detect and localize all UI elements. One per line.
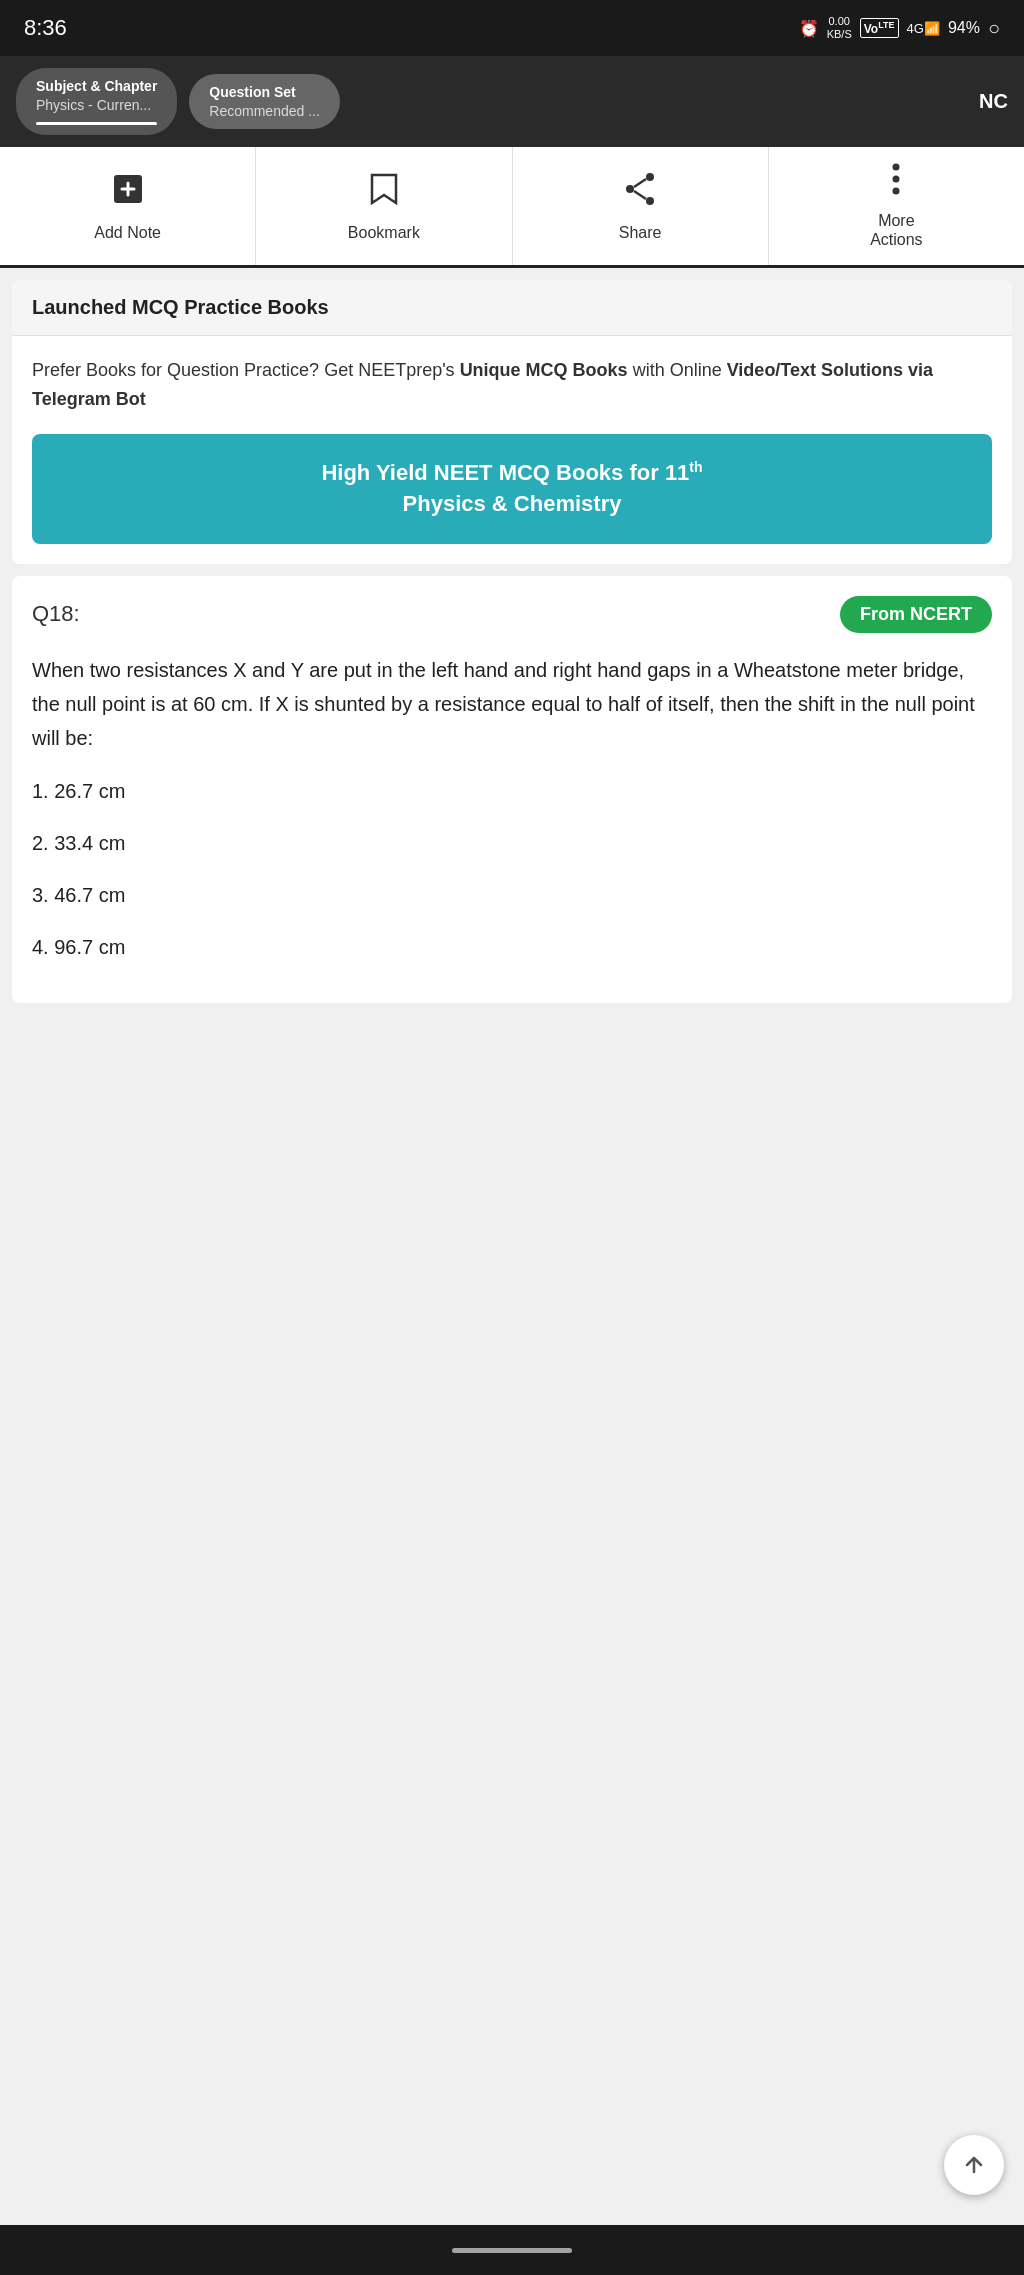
content-area: Launched MCQ Practice Books Prefer Books… [0, 268, 1024, 1015]
add-note-icon [110, 171, 146, 215]
svg-point-3 [646, 173, 654, 181]
promo-button[interactable]: High Yield NEET MCQ Books for 11thPhysic… [32, 434, 992, 544]
battery-level: 94% [948, 19, 980, 37]
subject-chapter-pill[interactable]: Subject & Chapter Physics - Curren... [16, 68, 177, 135]
svg-point-10 [893, 188, 900, 195]
subject-chapter-label: Subject & Chapter [36, 78, 157, 94]
bookmark-button[interactable]: Bookmark [256, 147, 512, 265]
add-note-label: Add Note [94, 223, 161, 242]
svg-point-9 [893, 176, 900, 183]
svg-point-4 [626, 185, 634, 193]
status-time: 8:36 [24, 15, 67, 41]
share-label: Share [619, 223, 662, 242]
home-indicator [452, 2248, 572, 2253]
svg-line-6 [634, 179, 646, 187]
question-set-value: Recommended ... [209, 103, 320, 119]
add-note-button[interactable]: Add Note [0, 147, 256, 265]
share-button[interactable]: Share [513, 147, 769, 265]
svg-point-5 [646, 197, 654, 205]
status-bar: 8:36 ⏰ 0.00KB/S VoLTE 4G📶 94% ○ [0, 0, 1024, 56]
option-2: 2. 33.4 cm [32, 827, 992, 859]
pill-underline [36, 122, 157, 125]
bookmark-label: Bookmark [348, 223, 420, 242]
volte-icon: VoLTE [860, 18, 899, 38]
more-actions-button[interactable]: MoreActions [769, 147, 1024, 265]
promo-header: Launched MCQ Practice Books [12, 280, 1012, 336]
promo-description: Prefer Books for Question Practice? Get … [32, 356, 992, 414]
ncert-badge: From NCERT [840, 596, 992, 633]
option-4: 4. 96.7 cm [32, 931, 992, 963]
more-actions-label: MoreActions [870, 211, 922, 249]
action-bar: Add Note Bookmark Share [0, 147, 1024, 268]
subject-chapter-value: Physics - Curren... [36, 97, 157, 113]
kb-speed: 0.00KB/S [827, 15, 852, 41]
alarm-icon: ⏰ [799, 19, 819, 38]
question-text: When two resistances X and Y are put in … [32, 653, 992, 755]
scroll-top-button[interactable] [944, 2135, 1004, 2195]
promo-header-text: Launched MCQ Practice Books [32, 296, 329, 318]
promo-card: Launched MCQ Practice Books Prefer Books… [12, 280, 1012, 564]
share-icon [622, 171, 658, 215]
question-set-label: Question Set [209, 84, 320, 100]
status-icons: ⏰ 0.00KB/S VoLTE 4G📶 94% ○ [799, 15, 1000, 41]
bottom-nav [0, 2225, 1024, 2275]
question-header: Q18: From NCERT [32, 596, 992, 633]
question-card: Q18: From NCERT When two resistances X a… [12, 576, 1012, 1003]
battery-icon: ○ [988, 17, 1000, 40]
promo-body: Prefer Books for Question Practice? Get … [12, 336, 1012, 564]
option-1: 1. 26.7 cm [32, 775, 992, 807]
nc-label: NC [979, 90, 1008, 113]
question-set-pill[interactable]: Question Set Recommended ... [189, 74, 340, 129]
svg-point-8 [893, 164, 900, 171]
question-number: Q18: [32, 601, 80, 627]
more-actions-icon [890, 163, 902, 203]
option-3: 3. 46.7 cm [32, 879, 992, 911]
svg-line-7 [634, 191, 646, 199]
top-nav: Subject & Chapter Physics - Curren... Qu… [0, 56, 1024, 147]
bookmark-icon [368, 171, 400, 215]
network-icon: 4G📶 [907, 21, 940, 36]
